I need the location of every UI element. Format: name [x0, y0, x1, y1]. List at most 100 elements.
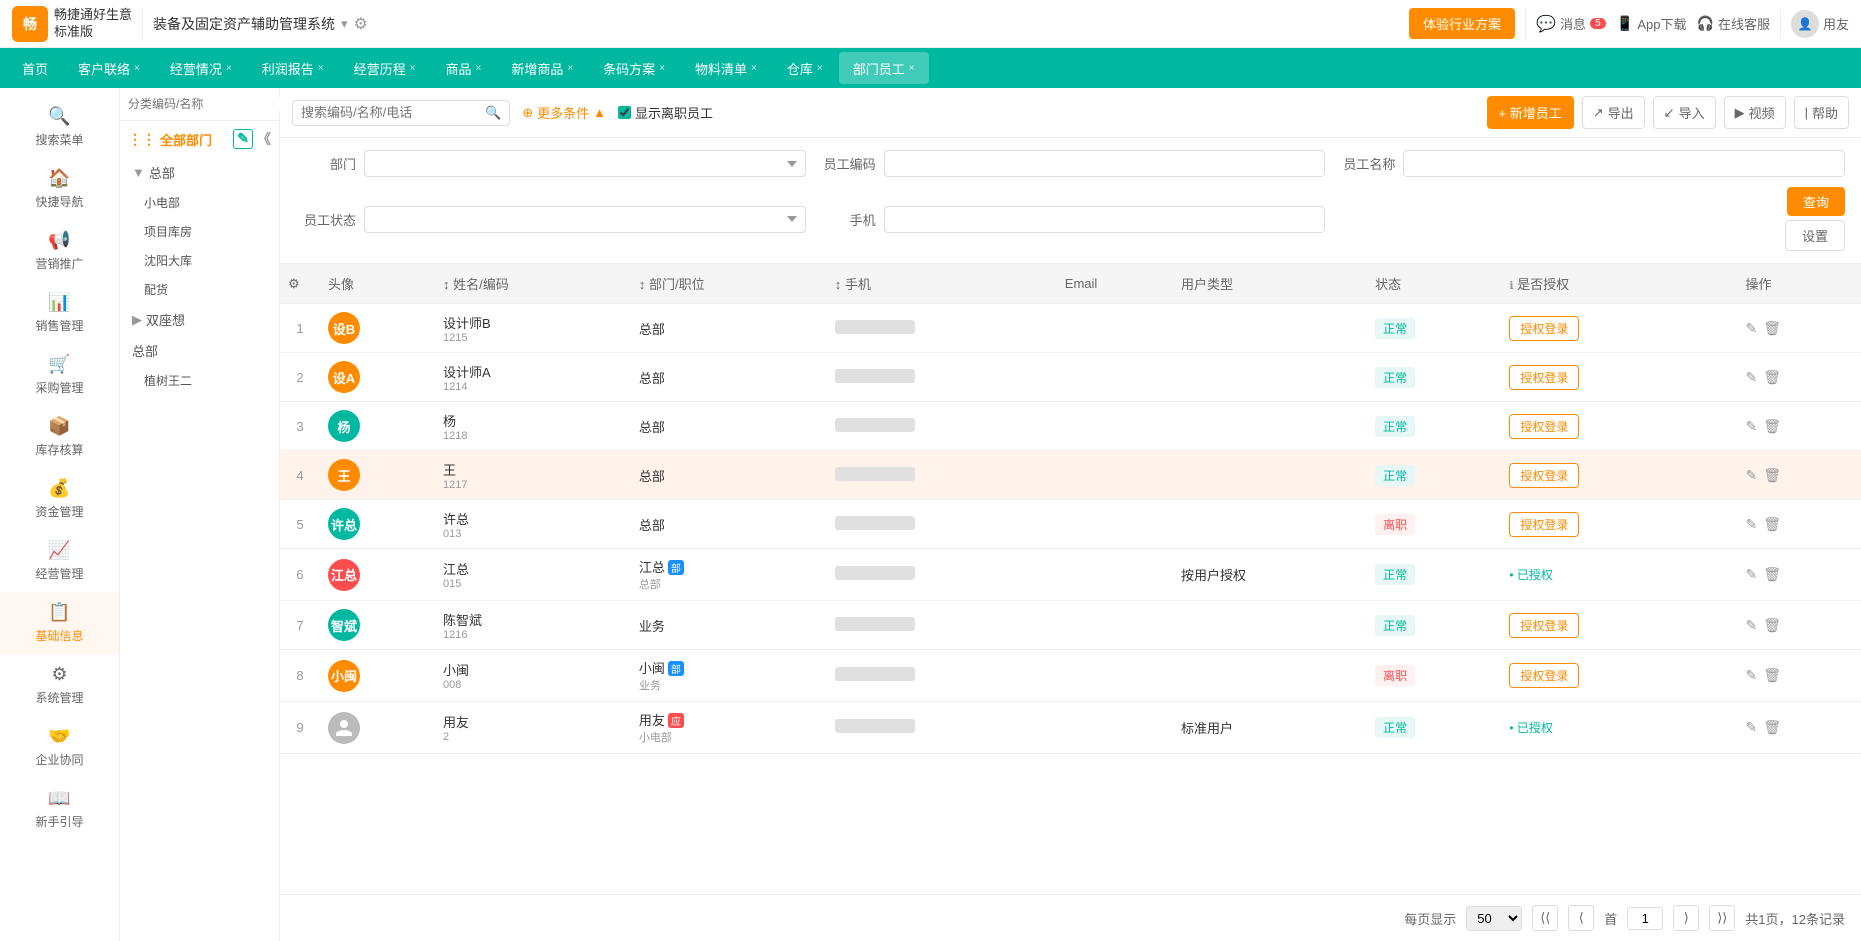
query-btn[interactable]: 查询 — [1787, 187, 1845, 216]
next-page-btn[interactable]: ⟩ — [1673, 905, 1699, 931]
edit-icon[interactable]: ✎ — [1745, 566, 1757, 583]
auth-btn[interactable]: 授权登录 — [1509, 365, 1579, 390]
dept-select[interactable] — [364, 150, 806, 177]
tree-node-distribution[interactable]: 配货 — [120, 275, 279, 304]
close-icon[interactable]: × — [817, 63, 823, 74]
edit-icon[interactable]: ✎ — [1745, 320, 1757, 337]
auth-btn[interactable]: 授权登录 — [1509, 316, 1579, 341]
tree-search-input[interactable] — [128, 97, 283, 111]
settings-icon[interactable]: ⚙ — [354, 14, 368, 34]
status-select[interactable] — [364, 206, 806, 233]
sidebar-item-operations[interactable]: 📈 经营管理 — [0, 530, 119, 592]
more-conditions-btn[interactable]: ⊕ 更多条件 ▲ — [522, 103, 606, 122]
add-employee-btn[interactable]: + 新增员工 — [1487, 96, 1574, 129]
main-search-icon[interactable]: 🔍 — [485, 105, 501, 121]
col-name[interactable]: ↕ 姓名/编码 — [435, 264, 631, 304]
close-icon[interactable]: × — [567, 63, 573, 74]
reset-btn[interactable]: 设置 — [1785, 220, 1845, 251]
close-icon[interactable]: × — [318, 63, 324, 74]
last-page-btn[interactable]: ⟩⟩ — [1709, 905, 1735, 931]
dropdown-icon[interactable]: ▾ — [341, 16, 348, 32]
message-item[interactable]: 💬 消息 5 — [1536, 14, 1606, 34]
tab-bom[interactable]: 物料清单 × — [681, 52, 771, 84]
sidebar-item-inventory[interactable]: 📦 库存核算 — [0, 406, 119, 468]
edit-icon[interactable]: ✎ — [1745, 516, 1757, 533]
trial-button[interactable]: 体验行业方案 — [1409, 8, 1515, 39]
collapse-tree-icon[interactable]: 《 — [257, 129, 271, 149]
close-icon[interactable]: × — [475, 63, 481, 74]
sidebar-item-sales[interactable]: 📊 销售管理 — [0, 282, 119, 344]
col-phone[interactable]: ↕ 手机 — [827, 264, 1057, 304]
delete-icon[interactable]: 🗑 — [1763, 320, 1781, 337]
delete-icon[interactable]: 🗑 — [1763, 369, 1781, 386]
edit-icon[interactable]: ✎ — [1745, 617, 1757, 634]
tab-profit[interactable]: 利润报告 × — [248, 52, 338, 84]
sidebar-item-purchase[interactable]: 🛒 采购管理 — [0, 344, 119, 406]
close-icon[interactable]: × — [134, 63, 140, 74]
tab-barcode[interactable]: 条码方案 × — [589, 52, 679, 84]
tree-node-zhishu[interactable]: 植树王二 — [120, 366, 279, 395]
export-btn[interactable]: ↗ 导出 — [1582, 96, 1645, 129]
delete-icon[interactable]: 🗑 — [1763, 467, 1781, 484]
tab-operation[interactable]: 经营情况 × — [156, 52, 246, 84]
tab-history[interactable]: 经营历程 × — [340, 52, 430, 84]
first-page-btn[interactable]: ⟨⟨ — [1532, 905, 1558, 931]
user-info[interactable]: 👤 用友 — [1791, 10, 1849, 38]
tab-warehouse[interactable]: 仓库 × — [773, 52, 837, 84]
close-icon[interactable]: × — [909, 63, 915, 74]
edit-icon[interactable]: ✎ — [1745, 667, 1757, 684]
tree-node-headquarters-parent[interactable]: ▼ 总部 — [120, 157, 279, 188]
page-size-select[interactable]: 50 100 — [1466, 906, 1522, 931]
auth-btn[interactable]: 授权登录 — [1509, 463, 1579, 488]
sidebar-item-search[interactable]: 🔍 搜索菜单 — [0, 96, 119, 158]
close-icon[interactable]: × — [659, 63, 665, 74]
tree-node-xiaodibu[interactable]: 小电部 — [120, 188, 279, 217]
delete-icon[interactable]: 🗑 — [1763, 418, 1781, 435]
delete-icon[interactable]: 🗑 — [1763, 617, 1781, 634]
sidebar-item-basic-info[interactable]: 📋 基础信息 — [0, 592, 119, 654]
close-icon[interactable]: × — [410, 63, 416, 74]
prev-page-btn[interactable]: ⟨ — [1568, 905, 1594, 931]
main-search-input[interactable] — [301, 105, 481, 120]
tab-new-goods[interactable]: 新增商品 × — [497, 52, 587, 84]
sidebar-item-guide[interactable]: 📖 新手引导 — [0, 778, 119, 840]
emp-code-input[interactable] — [884, 150, 1326, 177]
phone-input[interactable] — [884, 206, 1326, 233]
online-support[interactable]: 🎧 在线客服 — [1697, 14, 1770, 33]
auth-btn[interactable]: 授权登录 — [1509, 414, 1579, 439]
sidebar-item-system[interactable]: ⚙ 系统管理 — [0, 654, 119, 716]
edit-icon[interactable]: ✎ — [1745, 719, 1757, 736]
tree-node-project-warehouse[interactable]: 项目库房 — [120, 217, 279, 246]
edit-tree-icon[interactable]: ✎ — [233, 129, 253, 149]
delete-icon[interactable]: 🗑 — [1763, 667, 1781, 684]
sidebar-item-finance[interactable]: 💰 资金管理 — [0, 468, 119, 530]
tab-goods[interactable]: 商品 × — [431, 52, 495, 84]
col-dept[interactable]: ↕ 部门/职位 — [631, 264, 827, 304]
page-number-input[interactable] — [1627, 907, 1663, 930]
edit-icon[interactable]: ✎ — [1745, 467, 1757, 484]
show-resigned-checkbox[interactable]: 显示离职员工 — [618, 103, 713, 122]
delete-icon[interactable]: 🗑 — [1763, 516, 1781, 533]
import-btn[interactable]: ↙ 导入 — [1653, 96, 1716, 129]
auth-btn[interactable]: 授权登录 — [1509, 613, 1579, 638]
tab-customer[interactable]: 客户联络 × — [64, 52, 154, 84]
help-btn[interactable]: | 帮助 — [1794, 96, 1849, 129]
sidebar-item-quicknav[interactable]: 🏠 快捷导航 — [0, 158, 119, 220]
sidebar-item-collab[interactable]: 🤝 企业协同 — [0, 716, 119, 778]
view-btn[interactable]: ▶ 视频 — [1724, 96, 1786, 129]
close-icon[interactable]: × — [751, 63, 757, 74]
edit-icon[interactable]: ✎ — [1745, 369, 1757, 386]
sidebar-item-marketing[interactable]: 📢 营销推广 — [0, 220, 119, 282]
tab-dept-employee[interactable]: 部门员工 × — [839, 52, 929, 84]
auth-btn[interactable]: 授权登录 — [1509, 663, 1579, 688]
tree-node-zongbu[interactable]: 总部 — [120, 335, 279, 366]
tab-home[interactable]: 首页 — [8, 52, 62, 84]
edit-icon[interactable]: ✎ — [1745, 418, 1757, 435]
emp-name-input[interactable] — [1403, 150, 1845, 177]
tree-node-shenyang[interactable]: 沈阳大库 — [120, 246, 279, 275]
delete-icon[interactable]: 🗑 — [1763, 719, 1781, 736]
close-icon[interactable]: × — [226, 63, 232, 74]
tree-node-shuangzuoxiang[interactable]: ▶ 双座想 — [120, 304, 279, 335]
col-settings[interactable]: ⚙ — [280, 264, 320, 304]
auth-btn[interactable]: 授权登录 — [1509, 512, 1579, 537]
